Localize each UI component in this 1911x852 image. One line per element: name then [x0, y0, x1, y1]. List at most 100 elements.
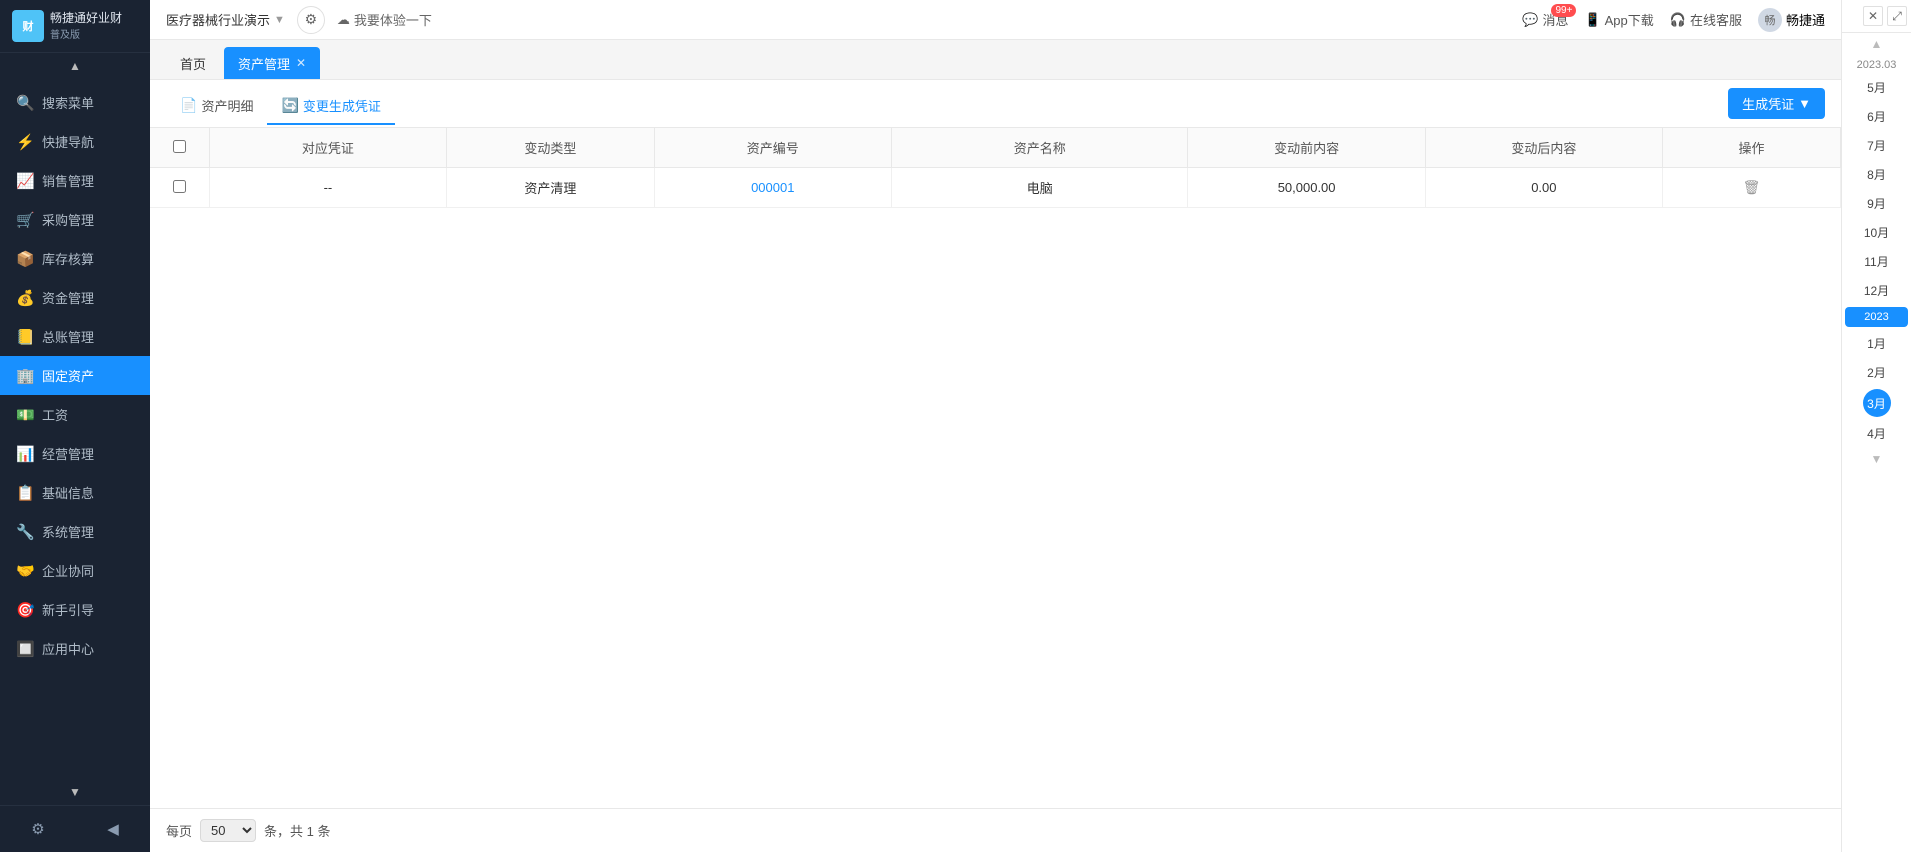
search-icon: 🔍 [16, 94, 34, 112]
panel-expand-button[interactable]: ⤢ [1887, 6, 1907, 26]
delete-icon[interactable]: 🗑 [1743, 179, 1761, 195]
sidebar-item-basic-info[interactable]: 📋 基础信息 [0, 473, 150, 512]
sidebar-scroll-up[interactable]: ▲ [65, 55, 85, 77]
table-header-name: 资产名称 [891, 128, 1188, 168]
date-item-7[interactable]: 7月 [1842, 131, 1911, 160]
table-header-voucher: 对应凭证 [209, 128, 446, 168]
refresh-icon: 🔄 [281, 97, 298, 114]
table-header-before: 变动前内容 [1188, 128, 1425, 168]
date-item-feb[interactable]: 2月 [1842, 358, 1911, 387]
date-item-12[interactable]: 12月 [1842, 276, 1911, 305]
pagination-bar: 每页 50 10 20 100 条，共 1 条 [150, 808, 1841, 852]
lightning-icon: ⚡ [16, 133, 34, 151]
sidebar-scroll-down[interactable]: ▼ [65, 781, 85, 803]
asset-table: 对应凭证 变动类型 资产编号 资产名称 变动前内容 [150, 128, 1841, 208]
row-before: 50,000.00 [1188, 168, 1425, 208]
sidebar-item-operations[interactable]: 📊 经营管理 [0, 434, 150, 473]
row-checkbox-cell [150, 168, 209, 208]
sidebar-collapse-button[interactable]: ◀ [101, 814, 125, 844]
sidebar-item-quick-nav[interactable]: ⚡ 快捷导航 [0, 122, 150, 161]
sidebar-item-fixed-assets[interactable]: 🏢 固定资产 [0, 356, 150, 395]
table-header-after: 变动后内容 [1425, 128, 1662, 168]
sidebar-bottom: ⚙ ◀ [0, 805, 150, 852]
sidebar: 财 畅捷通好业财 普及版 ▲ 🔍 搜索菜单 ⚡ 快捷导航 📈 销售管理 🛒 采购… [0, 0, 150, 852]
date-item-10[interactable]: 10月 [1842, 218, 1911, 247]
date-item-mar[interactable]: 3月 [1863, 389, 1891, 417]
date-item-9[interactable]: 9月 [1842, 189, 1911, 218]
sidebar-item-search[interactable]: 🔍 搜索菜单 [0, 83, 150, 122]
main-area: 医疗器械行业演示 ▼ ⚙ ☁ 我要体验一下 💬 消息 99+ 📱 App下载 🎧… [150, 0, 1841, 852]
sidebar-item-app-center[interactable]: 🔲 应用中心 [0, 629, 150, 668]
cart-icon: 🛒 [16, 211, 34, 229]
sidebar-item-sales[interactable]: 📈 销售管理 [0, 161, 150, 200]
payroll-icon: 💵 [16, 406, 34, 424]
table-header-code: 资产编号 [654, 128, 891, 168]
tab-home[interactable]: 首页 [166, 47, 220, 79]
table-header-checkbox [150, 128, 209, 168]
sidebar-item-ledger[interactable]: 📒 总账管理 [0, 317, 150, 356]
avatar: 畅 [1758, 8, 1782, 32]
generate-voucher-button[interactable]: 生成凭证 ▼ [1728, 88, 1825, 119]
online-service-button[interactable]: 🎧 在线客服 [1670, 10, 1742, 29]
content-area: 📄 资产明细 🔄 变更生成凭证 生成凭证 ▼ [150, 80, 1841, 852]
chart-icon: 📊 [16, 445, 34, 463]
sidebar-nav: 🔍 搜索菜单 ⚡ 快捷导航 📈 销售管理 🛒 采购管理 📦 库存核算 💰 资金管… [0, 79, 150, 779]
message-button[interactable]: 💬 消息 99+ [1522, 10, 1568, 29]
date-item-11[interactable]: 11月 [1842, 247, 1911, 276]
cloud-icon: ☁ [337, 12, 350, 28]
date-item-jan[interactable]: 1月 [1842, 329, 1911, 358]
sidebar-item-enterprise[interactable]: 🤝 企业协同 [0, 551, 150, 590]
row-checkbox[interactable] [173, 180, 186, 193]
app-logo-text: 畅捷通好业财 普及版 [50, 11, 122, 42]
date-scroll-up[interactable]: ▲ [1842, 33, 1911, 55]
user-menu[interactable]: 畅 畅捷通 [1758, 8, 1825, 32]
row-type: 资产清理 [447, 168, 655, 208]
experience-button[interactable]: ☁ 我要体验一下 [337, 10, 432, 29]
sidebar-item-beginner[interactable]: 🎯 新手引导 [0, 590, 150, 629]
table-header-type: 变动类型 [447, 128, 655, 168]
date-item-6[interactable]: 6月 [1842, 102, 1911, 131]
select-all-checkbox[interactable] [173, 140, 186, 153]
sidebar-item-payroll[interactable]: 💵 工资 [0, 395, 150, 434]
date-item-5[interactable]: 5月 [1842, 73, 1911, 102]
row-voucher: -- [209, 168, 446, 208]
tab-asset-management[interactable]: 资产管理 ✕ [224, 47, 320, 79]
list-icon: 📋 [16, 484, 34, 502]
date-item-apr[interactable]: 4月 [1842, 419, 1911, 448]
app-download-button[interactable]: 📱 App下载 [1584, 10, 1653, 29]
panel-close-button[interactable]: ✕ [1863, 6, 1883, 26]
sub-tab-change-voucher[interactable]: 🔄 变更生成凭证 [267, 90, 394, 125]
date-item-8[interactable]: 8月 [1842, 160, 1911, 189]
page-size-select[interactable]: 50 10 20 100 [200, 819, 256, 842]
sidebar-item-inventory[interactable]: 📦 库存核算 [0, 239, 150, 278]
company-dropdown-arrow: ▼ [274, 14, 285, 26]
headset-icon: 🎧 [1670, 12, 1686, 28]
sidebar-item-sys-management[interactable]: 🔧 系统管理 [0, 512, 150, 551]
sidebar-settings-button[interactable]: ⚙ [25, 814, 50, 844]
date-list: ▲ 2023.03 5月 6月 7月 8月 9月 10月 11月 12月 202… [1842, 33, 1911, 852]
app-logo-icon: 财 [12, 10, 44, 42]
topbar: 医疗器械行业演示 ▼ ⚙ ☁ 我要体验一下 💬 消息 99+ 📱 App下载 🎧… [150, 0, 1841, 40]
handshake-icon: 🤝 [16, 562, 34, 580]
gear-icon: ⚙ [305, 11, 318, 28]
message-icon: 💬 [1522, 12, 1538, 28]
row-after: 0.00 [1425, 168, 1662, 208]
document-icon: 📄 [180, 97, 197, 114]
sidebar-logo: 财 畅捷通好业财 普及版 [0, 0, 150, 53]
sidebar-item-purchase[interactable]: 🛒 采购管理 [0, 200, 150, 239]
company-selector[interactable]: 医疗器械行业演示 ▼ [166, 10, 285, 29]
sales-icon: 📈 [16, 172, 34, 190]
sidebar-item-fund[interactable]: 💰 资金管理 [0, 278, 150, 317]
date-current-label: 2023.03 [1842, 55, 1911, 73]
topbar-settings-button[interactable]: ⚙ [297, 6, 325, 34]
row-code: 000001 [654, 168, 891, 208]
table-container: 对应凭证 变动类型 资产编号 资产名称 变动前内容 [150, 128, 1841, 808]
wrench-icon: 🔧 [16, 523, 34, 541]
sub-tabs: 📄 资产明细 🔄 变更生成凭证 生成凭证 ▼ [150, 80, 1841, 128]
tab-close-button[interactable]: ✕ [296, 56, 306, 70]
date-scroll-down[interactable]: ▼ [1842, 448, 1911, 470]
right-panel-header: ✕ ⤢ [1842, 0, 1911, 33]
phone-icon: 📱 [1584, 12, 1600, 28]
date-year-2023[interactable]: 2023 [1845, 307, 1907, 327]
sub-tab-asset-detail[interactable]: 📄 资产明细 [166, 90, 267, 125]
